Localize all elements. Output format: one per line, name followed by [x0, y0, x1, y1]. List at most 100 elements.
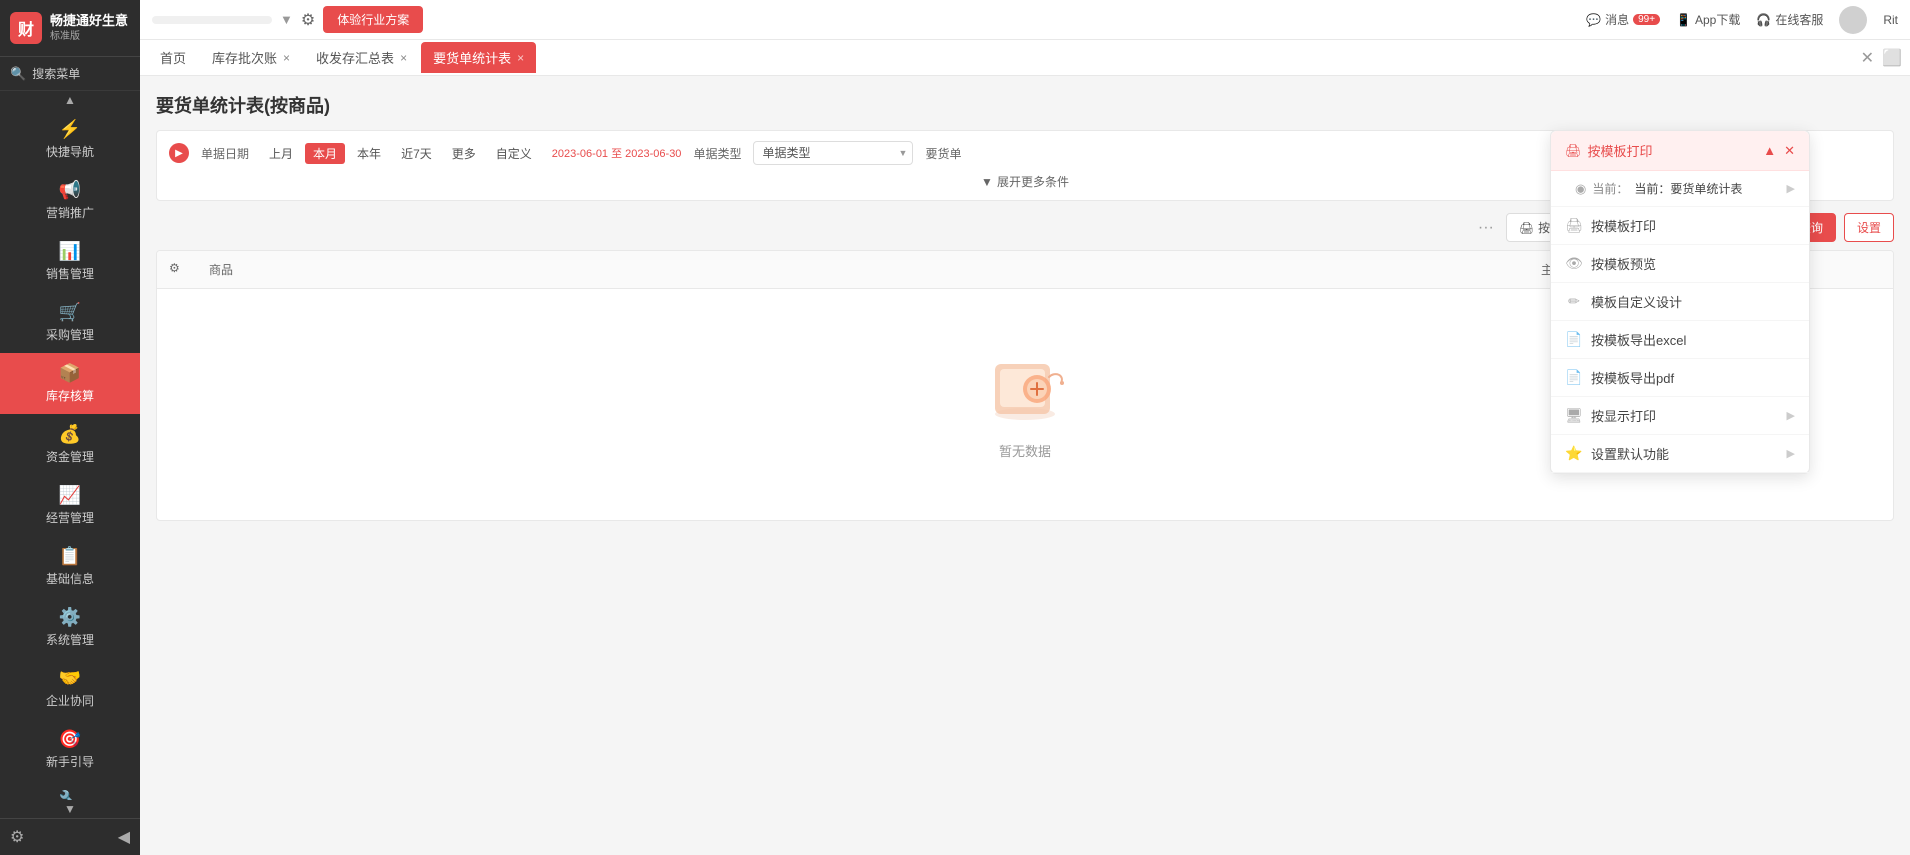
date-tab-last7days[interactable]: 近7天	[393, 143, 440, 164]
tabs-window-buttons: ✕ ⬜	[1861, 48, 1902, 68]
display-print-arrow: ▶	[1787, 409, 1795, 422]
topbar-dropdown-icon[interactable]: ▼	[280, 12, 293, 27]
app-download-label: App下载	[1695, 11, 1740, 28]
sidebar-item-purchase[interactable]: 🛒 采购管理	[0, 292, 140, 353]
dropdown-up-arrow[interactable]: ▲	[1763, 143, 1776, 158]
more-options-icon[interactable]: ···	[1478, 219, 1494, 237]
dropdown-item-label: 按模板导出excel	[1591, 330, 1795, 349]
user-avatar[interactable]	[1839, 6, 1867, 34]
dropdown-item-export-excel[interactable]: 📄 按模板导出excel	[1551, 321, 1809, 359]
dropdown-current-template[interactable]: ◉ 当前： 当前：要货单统计表 ▶	[1551, 171, 1809, 207]
app-logo-icon: 财	[10, 12, 42, 44]
sidebar-item-apps[interactable]: 🔧 应用中心	[0, 780, 140, 800]
current-label: 当前：	[1592, 180, 1628, 197]
doc-type-select-wrap[interactable]: 单据类型	[753, 141, 913, 165]
filter-toggle-btn[interactable]: ▶	[169, 143, 189, 163]
doc-type-label: 单据类型	[693, 145, 741, 162]
date-tab-last-month[interactable]: 上月	[261, 143, 301, 164]
date-tab-more[interactable]: 更多	[444, 143, 484, 164]
date-tabs: 上月 本月 本年 近7天 更多 自定义	[261, 143, 540, 164]
finance-icon: 💰	[59, 424, 81, 445]
sidebar-item-label: 新手引导	[46, 753, 94, 770]
sidebar-logo: 财 畅捷通好生意 标准版	[0, 0, 140, 57]
date-tab-this-year[interactable]: 本年	[349, 143, 389, 164]
expand-down-icon: ▼	[981, 175, 993, 189]
sidebar-item-operations[interactable]: 📈 经营管理	[0, 475, 140, 536]
sidebar-item-inventory[interactable]: 📦 库存核算	[0, 353, 140, 414]
newbie-icon: 🎯	[59, 729, 81, 750]
message-item[interactable]: 💬 消息 99+	[1586, 11, 1660, 28]
sidebar-item-sales[interactable]: 📊 销售管理	[0, 231, 140, 292]
current-arrow-icon: ▶	[1787, 182, 1795, 195]
sidebar-item-label: 经营管理	[46, 509, 94, 526]
sidebar-search-item[interactable]: 🔍 搜索菜单	[0, 57, 140, 91]
expand-filter-btn[interactable]: ▼ 展开更多条件	[981, 173, 1069, 190]
dropdown-item-template-preview[interactable]: 👁 按模板预览	[1551, 245, 1809, 283]
date-tab-custom[interactable]: 自定义	[488, 143, 540, 164]
collapse-icon[interactable]: ◀	[118, 827, 130, 847]
print-header-icon: 🖨	[1565, 143, 1582, 159]
tab-batch-account-label: 库存批次账	[212, 48, 277, 67]
search-icon: 🔍	[10, 66, 26, 82]
app-logo-text: 畅捷通好生意 标准版	[50, 13, 128, 43]
sidebar-item-basics[interactable]: 📋 基础信息	[0, 536, 140, 597]
topbar: ▼ ⚙ 体验行业方案 💬 消息 99+ 📱 App下载 🎧 在线客服 Rit	[140, 0, 1910, 40]
username-label: Rit	[1883, 13, 1898, 27]
sidebar-item-collab[interactable]: 🤝 企业协同	[0, 658, 140, 719]
sales-icon: 📊	[59, 241, 81, 262]
sidebar-item-label: 企业协同	[46, 692, 94, 709]
sidebar-scroll-down[interactable]: ▼	[0, 800, 140, 818]
dropdown-item-template-custom[interactable]: ✏ 模板自定义设计	[1551, 283, 1809, 321]
dropdown-item-set-default[interactable]: ⭐ 设置默认功能 ▶	[1551, 435, 1809, 473]
sidebar-item-system[interactable]: ⚙️ 系统管理	[0, 597, 140, 658]
window-expand-icon[interactable]: ⬜	[1882, 48, 1902, 68]
sidebar-item-label: 基础信息	[46, 570, 94, 587]
dropdown-item-display-print[interactable]: 🖥 按显示打印 ▶	[1551, 397, 1809, 435]
sidebar-item-finance[interactable]: 💰 资金管理	[0, 414, 140, 475]
current-value: 当前：要货单统计表	[1634, 180, 1742, 197]
date-range-display: 2023-06-01 至 2023-06-30	[552, 145, 682, 161]
settings-button[interactable]: 设置	[1844, 213, 1894, 242]
doc-type-select[interactable]: 单据类型	[753, 141, 913, 165]
sidebar-item-label: 采购管理	[46, 326, 94, 343]
tab-order-stats-close[interactable]: ×	[517, 51, 524, 65]
set-default-arrow: ▶	[1787, 447, 1795, 460]
sidebar-search-label: 搜索菜单	[32, 65, 80, 82]
dropdown-excel-icon: 📄	[1565, 331, 1583, 348]
tab-collection-summary[interactable]: 收发存汇总表 ×	[304, 42, 419, 73]
sidebar-item-label: 营销推广	[46, 204, 94, 221]
online-service-item[interactable]: 🎧 在线客服	[1756, 11, 1823, 28]
sidebar-item-quick-nav[interactable]: ⚡ 快捷导航	[0, 109, 140, 170]
dropdown-item-export-pdf[interactable]: 📄 按模板导出pdf	[1551, 359, 1809, 397]
expand-filter-label: 展开更多条件	[997, 173, 1069, 190]
topbar-right: 💬 消息 99+ 📱 App下载 🎧 在线客服 Rit	[1586, 6, 1898, 34]
dropdown-item-template-print[interactable]: 🖨 按模板打印	[1551, 207, 1809, 245]
sidebar-item-newbie[interactable]: 🎯 新手引导	[0, 719, 140, 780]
industry-plan-button[interactable]: 体验行业方案	[323, 6, 423, 33]
tab-batch-account[interactable]: 库存批次账 ×	[200, 42, 302, 73]
topbar-settings-icon[interactable]: ⚙	[301, 10, 315, 30]
sidebar-item-marketing[interactable]: 📢 营销推广	[0, 170, 140, 231]
message-badge: 99+	[1633, 14, 1660, 25]
window-close-icon[interactable]: ✕	[1861, 48, 1874, 68]
collab-icon: 🤝	[59, 668, 81, 689]
inventory-icon: 📦	[59, 363, 81, 384]
tab-order-stats[interactable]: 要货单统计表 ×	[421, 42, 536, 73]
sidebar-item-label: 销售管理	[46, 265, 94, 282]
tab-batch-account-close[interactable]: ×	[283, 51, 290, 65]
tab-home[interactable]: 首页	[148, 42, 198, 73]
tab-collection-summary-close[interactable]: ×	[400, 51, 407, 65]
settings-bottom-icon[interactable]: ⚙	[10, 827, 24, 847]
dropdown-item-label: 设置默认功能	[1591, 444, 1779, 463]
quick-nav-icon: ⚡	[59, 119, 81, 140]
app-download-item[interactable]: 📱 App下载	[1676, 11, 1740, 28]
current-template-icon: ◉	[1575, 181, 1586, 197]
dropdown-print-icon: 🖨	[1565, 217, 1583, 234]
sidebar-item-label: 快捷导航	[46, 143, 94, 160]
dropdown-header: 🖨 按模板打印 ▲ ✕	[1551, 131, 1809, 171]
sidebar-scroll-up[interactable]: ▲	[0, 91, 140, 109]
message-label: 消息	[1605, 11, 1629, 28]
date-tab-this-month[interactable]: 本月	[305, 143, 345, 164]
th-settings[interactable]: ⚙	[169, 261, 209, 278]
dropdown-close-icon[interactable]: ✕	[1784, 143, 1795, 159]
